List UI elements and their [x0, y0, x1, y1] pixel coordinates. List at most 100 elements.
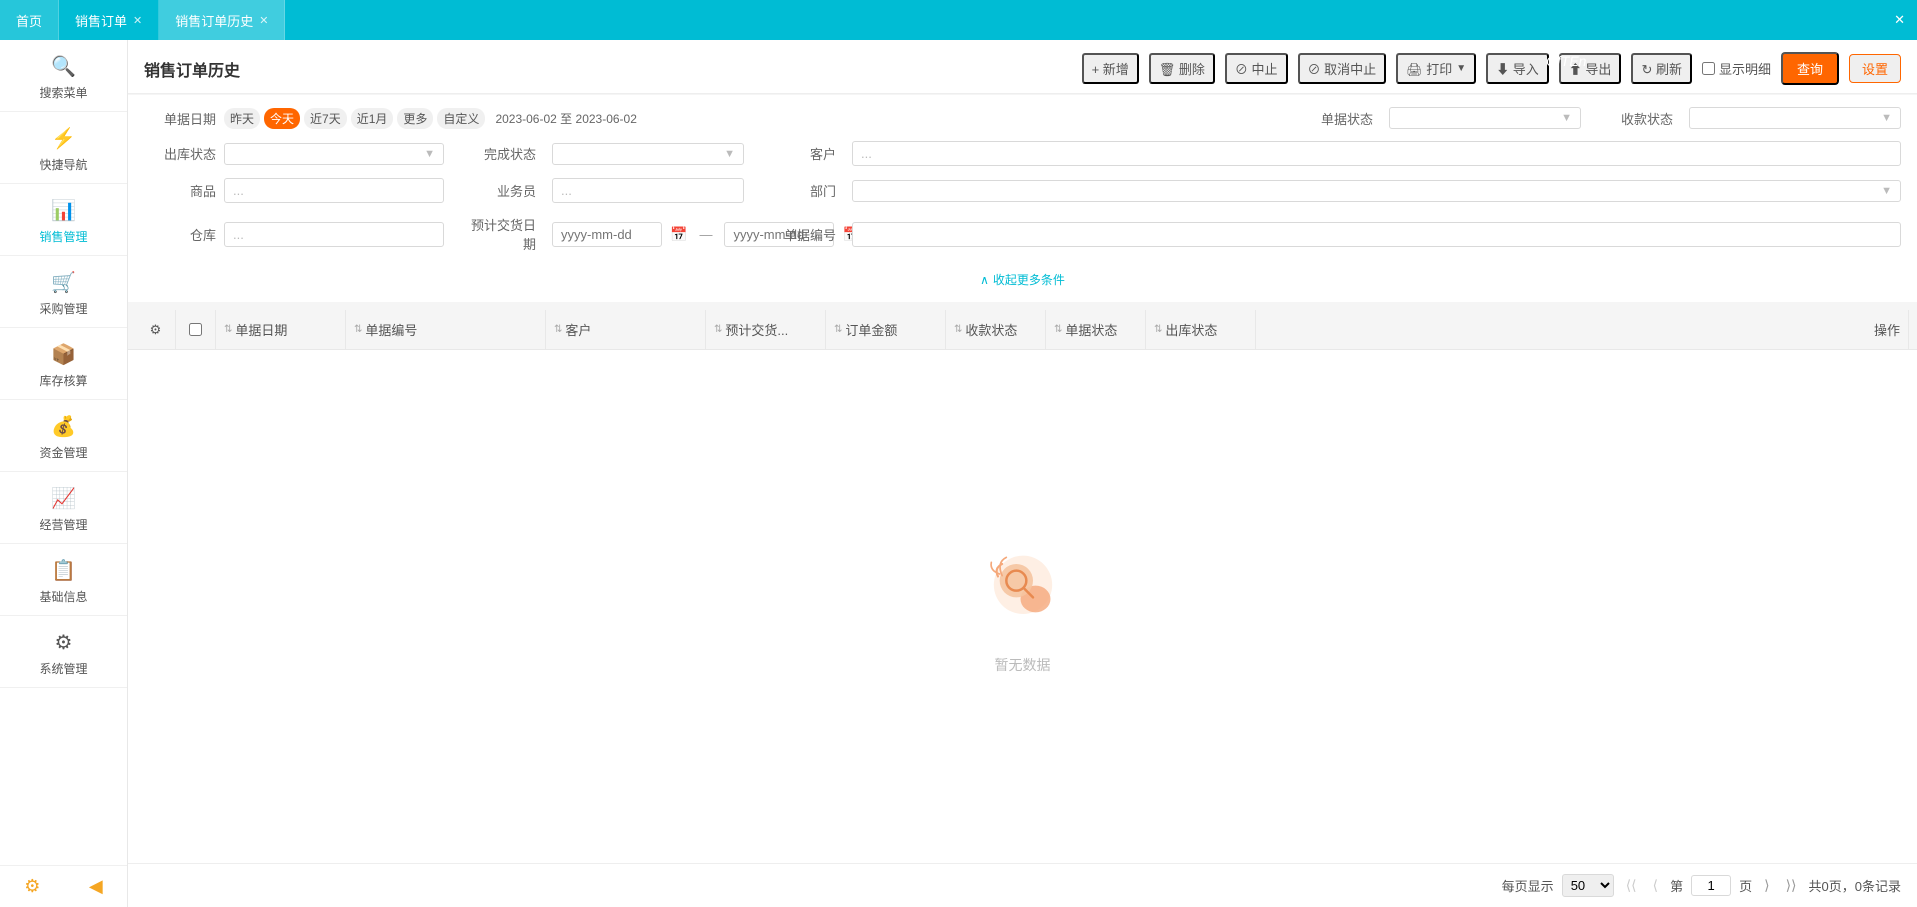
table-header: ⚙ ⇅ 单据日期 ⇅ 单据编号 ⇅ 客户 ⇅ — [128, 310, 1917, 350]
th-outstatus[interactable]: ⇅ 出库状态 — [1146, 310, 1256, 349]
display-detail-checkbox[interactable] — [1702, 62, 1715, 75]
collapse-button[interactable]: ∧ 收起更多条件 — [144, 265, 1901, 290]
delivery-date-start-input[interactable] — [552, 222, 662, 247]
new-button[interactable]: + 新增 — [1082, 53, 1139, 84]
sidebar-item-sales[interactable]: 📊 销售管理 — [0, 184, 127, 256]
th-customer[interactable]: ⇅ 客户 — [546, 310, 706, 349]
tab-sales-order[interactable]: 销售订单 ✕ — [59, 0, 159, 40]
tab-sales-order-history-close[interactable]: ✕ — [259, 14, 268, 27]
sidebar-expand-icon[interactable]: ◀ — [89, 876, 103, 897]
tab-sales-order-close[interactable]: ✕ — [133, 14, 142, 27]
warehouse-field[interactable]: ... — [224, 222, 444, 247]
delivery-date-start-cal-icon[interactable]: 📅 — [670, 226, 687, 243]
top-right: ✕ — [1894, 12, 1917, 28]
import-button[interactable]: ⬇ 导入 — [1486, 53, 1549, 84]
settings-col-icon: ⚙ — [150, 322, 162, 338]
sidebar-item-basic-info[interactable]: 📋 基础信息 — [0, 544, 127, 616]
sidebar-item-system[interactable]: ⚙ 系统管理 — [0, 616, 127, 688]
empty-illustration — [973, 539, 1073, 639]
date-more-btn[interactable]: 更多 — [397, 108, 433, 129]
th-delivery[interactable]: ⇅ 预计交货... — [706, 310, 826, 349]
last-page-btn[interactable]: ⟩⟩ — [1782, 875, 1801, 896]
collapse-up-icon: ∧ — [980, 273, 989, 287]
sidebar-item-search-label: 搜索菜单 — [39, 84, 87, 101]
query-button[interactable]: 查询 — [1781, 52, 1839, 85]
th-amount[interactable]: ⇅ 订单金额 — [826, 310, 946, 349]
date-7days-btn[interactable]: 近7天 — [304, 108, 347, 129]
print-button[interactable]: 🖨 打印 ▼ — [1396, 53, 1476, 84]
doc-status-arrow-icon: ▼ — [1561, 112, 1572, 124]
goods-field[interactable]: ... — [224, 178, 444, 203]
th-date[interactable]: ⇅ 单据日期 — [216, 310, 346, 349]
doc-number-label: 单据编号 — [764, 225, 844, 244]
doc-status-select[interactable]: ▼ — [1389, 107, 1581, 129]
sidebar-item-finance-label: 资金管理 — [39, 444, 87, 461]
sidebar-item-purchase[interactable]: 🛒 采购管理 — [0, 256, 127, 328]
date-yesterday-btn[interactable]: 昨天 — [224, 108, 260, 129]
sidebar-bottom: ⚙ ◀ — [0, 865, 127, 907]
inventory-icon: 📦 — [51, 342, 76, 367]
page-word: 第 — [1670, 876, 1683, 895]
complete-status-select[interactable]: ▼ — [552, 143, 744, 165]
purchase-icon: 🛒 — [51, 270, 76, 295]
select-all-checkbox[interactable] — [189, 323, 202, 336]
sidebar-item-purchase-label: 采购管理 — [39, 300, 87, 317]
doc-number-group: 单据编号 — [764, 222, 1901, 247]
out-status-select[interactable]: ▼ — [224, 143, 444, 165]
out-status-arrow-icon: ▼ — [424, 148, 435, 160]
th-docnum[interactable]: ⇅ 单据编号 — [346, 310, 546, 349]
search-icon: 🔍 — [51, 54, 76, 79]
payment-status-label: 收款状态 — [1601, 109, 1681, 128]
main-layout: 🔍 搜索菜单 ⚡ 快捷导航 📊 销售管理 🛒 采购管理 📦 库存核算 💰 资金管… — [0, 40, 1917, 907]
filter-area: 单据日期 昨天 今天 近7天 近1月 更多 自定义 2023-06-02 至 2… — [128, 95, 1917, 302]
th-docstatus-label: 单据状态 — [1065, 320, 1117, 339]
tab-sales-order-label: 销售订单 — [75, 11, 127, 30]
sidebar-item-search[interactable]: 🔍 搜索菜单 — [0, 40, 127, 112]
date-1month-btn[interactable]: 近1月 — [351, 108, 394, 129]
tab-sales-order-history-label: 销售订单历史 — [175, 11, 253, 30]
payment-status-select[interactable]: ▼ — [1689, 107, 1901, 129]
salesperson-field[interactable]: ... — [552, 178, 744, 203]
tab-home[interactable]: 首页 — [0, 0, 59, 40]
first-page-btn[interactable]: ⟨⟨ — [1622, 875, 1641, 896]
doc-number-input[interactable] — [852, 222, 1901, 247]
stop-button[interactable]: ⊘ 中止 — [1225, 53, 1288, 84]
window-close-btn[interactable]: ✕ — [1894, 12, 1905, 28]
top-bar: 首页 销售订单 ✕ 销售订单历史 ✕ ✕ OfTEn — [0, 0, 1917, 40]
delete-button[interactable]: 🗑 删除 — [1149, 53, 1215, 84]
tab-sales-order-history[interactable]: 销售订单历史 ✕ — [159, 0, 285, 40]
sidebar-item-operations[interactable]: 📈 经营管理 — [0, 472, 127, 544]
page-header: 销售订单历史 + 新增 🗑 删除 ⊘ 中止 ⊘ 取消中止 🖨 打印 ▼ ⬇ 导入… — [128, 40, 1917, 94]
sidebar-item-inventory[interactable]: 📦 库存核算 — [0, 328, 127, 400]
th-docstatus[interactable]: ⇅ 单据状态 — [1046, 310, 1146, 349]
filter-row-1: 单据日期 昨天 今天 近7天 近1月 更多 自定义 2023-06-02 至 2… — [144, 107, 1901, 129]
page-unit: 页 — [1739, 876, 1752, 895]
dept-group: 部门 ▼ — [764, 180, 1901, 202]
display-detail-toggle: 显示明细 — [1702, 59, 1771, 78]
sidebar-item-finance[interactable]: 💰 资金管理 — [0, 400, 127, 472]
sidebar-settings-icon[interactable]: ⚙ — [24, 876, 40, 897]
page-number-input[interactable] — [1691, 875, 1731, 896]
payment-status-group: 收款状态 ▼ — [1601, 107, 1901, 129]
date-separator: 至 — [560, 112, 575, 126]
settings-button[interactable]: 设置 — [1849, 54, 1901, 83]
th-action: 操作 — [1256, 310, 1909, 349]
dept-select[interactable]: ▼ — [852, 180, 1901, 202]
warehouse-label: 仓库 — [144, 225, 224, 244]
sort-payment-icon: ⇅ — [954, 324, 962, 335]
sidebar-item-quick-nav[interactable]: ⚡ 快捷导航 — [0, 112, 127, 184]
date-today-btn[interactable]: 今天 — [264, 108, 300, 129]
th-checkbox[interactable] — [176, 310, 216, 349]
date-custom-btn[interactable]: 自定义 — [437, 108, 485, 129]
cancel-stop-button[interactable]: ⊘ 取消中止 — [1298, 53, 1387, 84]
next-page-btn[interactable]: ⟩ — [1760, 875, 1773, 896]
salesperson-label: 业务员 — [464, 181, 544, 200]
prev-page-btn[interactable]: ⟨ — [1649, 875, 1662, 896]
th-payment[interactable]: ⇅ 收款状态 — [946, 310, 1046, 349]
refresh-button[interactable]: ↻ 刷新 — [1631, 53, 1692, 84]
often-text: OfTEn — [1546, 53, 1586, 69]
page-size-select[interactable]: 50 10 20 100 — [1562, 874, 1614, 897]
th-settings[interactable]: ⚙ — [136, 310, 176, 349]
customer-field[interactable]: ... — [852, 141, 1901, 166]
tabs-area: 首页 销售订单 ✕ 销售订单历史 ✕ — [0, 0, 285, 40]
